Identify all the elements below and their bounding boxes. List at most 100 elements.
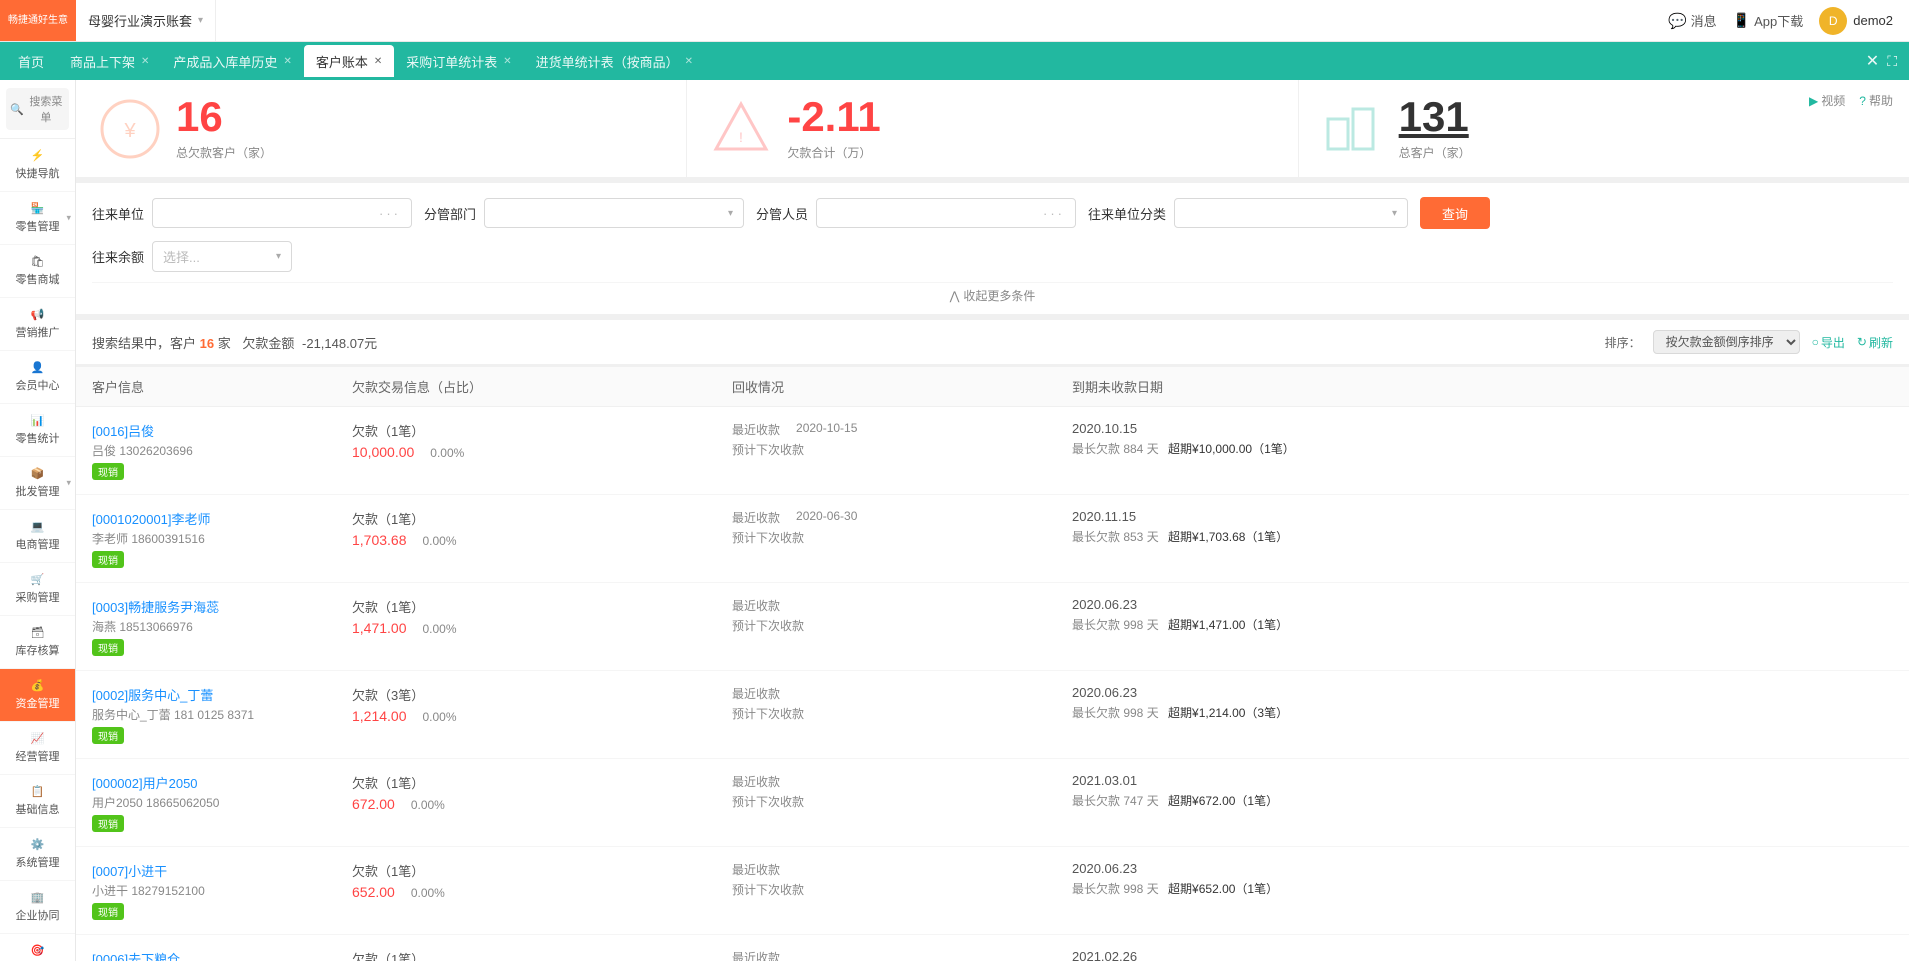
- collapse-btn[interactable]: ⋀ 收起更多条件: [950, 287, 1036, 304]
- tab-products-off-close[interactable]: ✕: [141, 56, 149, 67]
- tab-production-history-close[interactable]: ✕: [283, 56, 291, 67]
- customer-name-link-2[interactable]: [0003]畅捷服务尹海蕊: [92, 597, 352, 616]
- tab-home[interactable]: 首页: [4, 45, 58, 77]
- debt-amount-1[interactable]: 1,703.68: [352, 532, 407, 548]
- company-selector[interactable]: 母婴行业演示账套 ▾: [76, 0, 216, 41]
- video-icon: ▶: [1809, 94, 1818, 108]
- customer-name-link-4[interactable]: [000002]用户2050: [92, 773, 352, 792]
- table-header: 客户信息 欠款交易信息（占比） 回收情况 到期未收款日期: [76, 367, 1909, 407]
- tab-products-off[interactable]: 商品上下架 ✕: [58, 45, 161, 77]
- customer-name-link-1[interactable]: [0001020001]李老师: [92, 509, 352, 528]
- overdue-amount-link-1[interactable]: 超期¥1,703.68（1笔）: [1168, 530, 1288, 544]
- sidebar-item-capital-mgmt[interactable]: 💰 资金管理: [0, 669, 75, 722]
- category-select[interactable]: ▾: [1174, 198, 1408, 228]
- sidebar-item-purchase-mgmt[interactable]: 🛒 采购管理: [0, 563, 75, 616]
- dept-select[interactable]: ▾: [484, 198, 744, 228]
- overdue-amount-link-4[interactable]: 超期¥672.00（1笔）: [1168, 794, 1278, 808]
- sidebar-item-label: 批发管理: [16, 483, 60, 499]
- tab-customer-account[interactable]: 客户账本 ✕: [304, 45, 394, 77]
- sidebar-item-retail-mall[interactable]: 🛍 零售商城: [0, 245, 75, 298]
- maximize-icon[interactable]: ⛶: [1887, 53, 1897, 70]
- overdue-amount-link-5[interactable]: 超期¥652.00（1笔）: [1168, 882, 1278, 896]
- customer-name-link-5[interactable]: [0007]小进干: [92, 861, 352, 880]
- help-icon: ?: [1859, 94, 1866, 108]
- overdue-info-5: 2020.06.23 最长欠款 998 天 超期¥652.00（1笔）: [1072, 861, 1893, 897]
- debt-amount-2[interactable]: 1,471.00: [352, 620, 407, 636]
- sidebar-item-newbie[interactable]: 🎯 新手引导: [0, 934, 75, 961]
- stat-icon-debt: ¥: [100, 99, 160, 159]
- sidebar-item-quick-nav[interactable]: ⚡ 快捷导航: [0, 139, 75, 192]
- customer-name-link-6[interactable]: [0006]去下粮仓: [92, 949, 352, 961]
- tab-customer-account-close[interactable]: ✕: [374, 56, 382, 67]
- sidebar-item-label: 采购管理: [16, 589, 60, 605]
- sort-select[interactable]: 按欠款金额倒序排序: [1653, 330, 1800, 354]
- results-summary: 搜索结果中，客户 16 家 欠款金额 -21,148.07元: [92, 333, 377, 352]
- close-all-tabs-icon[interactable]: ✕: [1866, 51, 1879, 71]
- video-btn[interactable]: ▶ 视频: [1809, 92, 1845, 109]
- stat-debt-amount-number: -2.11: [787, 96, 880, 138]
- video-label: 视频: [1821, 92, 1845, 109]
- debt-amount-0[interactable]: 10,000.00: [352, 444, 414, 460]
- debt-amount-4[interactable]: 672.00: [352, 796, 395, 812]
- tab-import-stats-close[interactable]: ✕: [685, 56, 693, 67]
- search-button[interactable]: 查询: [1420, 197, 1490, 229]
- overdue-amount-link-2[interactable]: 超期¥1,471.00（1笔）: [1168, 618, 1288, 632]
- message-btn[interactable]: 💬 消息: [1668, 11, 1717, 30]
- sidebar-item-member-center[interactable]: 👤 会员中心: [0, 351, 75, 404]
- sidebar-item-basic-info[interactable]: 📋 基础信息: [0, 775, 75, 828]
- help-btn[interactable]: ? 帮助: [1859, 92, 1893, 109]
- tab-import-stats-label: 进货单统计表（按商品）: [536, 52, 679, 71]
- export-btn[interactable]: ○ 导出: [1812, 334, 1845, 351]
- category-filter: 往来单位分类 ▾: [1088, 198, 1408, 228]
- next-payment-4: 预计下次收款: [732, 793, 1072, 810]
- customer-info-3: [0002]服务中心_丁蕾 服务中心_丁蕾 181 0125 8371 现销: [92, 685, 352, 744]
- supplier-input[interactable]: ···: [152, 198, 412, 228]
- table-row: [0001020001]李老师 李老师 18600391516 现销 欠款（1笔…: [76, 495, 1909, 583]
- sidebar-item-batch-mgmt[interactable]: 📦 批发管理 ▾: [0, 457, 75, 510]
- tab-purchase-stats[interactable]: 采购订单统计表 ✕: [394, 45, 523, 77]
- sidebar-item-retail-stats[interactable]: 📊 零售统计: [0, 404, 75, 457]
- overdue-date-2: 2020.06.23: [1072, 597, 1893, 612]
- table-row: [0006]去下粮仓 陈小闹 现销 欠款（1笔） 455.90 0.00% 最近…: [76, 935, 1909, 961]
- purchase-mgmt-icon: 🛒: [31, 573, 45, 586]
- debt-info-2: 欠款（1笔） 1,471.00 0.00%: [352, 597, 732, 636]
- tab-import-stats[interactable]: 进货单统计表（按商品） ✕: [524, 45, 705, 77]
- debt-percent-3: 0.00%: [423, 710, 457, 724]
- refresh-btn[interactable]: ↻ 刷新: [1857, 334, 1893, 351]
- debt-info-6: 欠款（1笔） 455.90 0.00%: [352, 949, 732, 961]
- app-download-btn[interactable]: 📱 App下载: [1733, 11, 1804, 30]
- sidebar-item-retail-mgmt[interactable]: 🏪 零售管理 ▾: [0, 192, 75, 245]
- customer-name-link-3[interactable]: [0002]服务中心_丁蕾: [92, 685, 352, 704]
- sidebar-item-ecommerce[interactable]: 💻 电商管理: [0, 510, 75, 563]
- debt-amount-5[interactable]: 652.00: [352, 884, 395, 900]
- sidebar-item-inventory[interactable]: 🗃 库存核算: [0, 616, 75, 669]
- system-icon: ⚙️: [31, 838, 45, 851]
- overdue-amount-link-0[interactable]: 超期¥10,000.00（1笔）: [1168, 442, 1295, 456]
- col-header-debt: 欠款交易信息（占比）: [352, 377, 732, 396]
- user-avatar[interactable]: D demo2: [1819, 7, 1893, 35]
- debt-amount-3[interactable]: 1,214.00: [352, 708, 407, 724]
- customer-info-0: [0016]吕俊 吕俊 13026203696 现销: [92, 421, 352, 480]
- person-input[interactable]: ···: [816, 198, 1076, 228]
- payback-info-4: 最近收款 预计下次收款: [732, 773, 1072, 810]
- debt-count-0: 欠款（1笔）: [352, 421, 732, 440]
- tab-production-history[interactable]: 产成品入库单历史 ✕: [161, 45, 303, 77]
- sidebar-item-enterprise[interactable]: 🏢 企业协同: [0, 881, 75, 934]
- balance-select[interactable]: 选择... ▾: [152, 241, 292, 272]
- overdue-info-6: 2021.02.26 最长欠款 750 天 超期¥455.90（1笔）: [1072, 949, 1893, 961]
- customer-name-link-0[interactable]: [0016]吕俊: [92, 421, 352, 440]
- payback-info-0: 最近收款 2020-10-15 预计下次收款: [732, 421, 1072, 458]
- sidebar-item-marketing[interactable]: 📢 营销推广: [0, 298, 75, 351]
- table-row: [0016]吕俊 吕俊 13026203696 现销 欠款（1笔） 10,000…: [76, 407, 1909, 495]
- overdue-amount-link-3[interactable]: 超期¥1,214.00（3笔）: [1168, 706, 1288, 720]
- sidebar-item-biz-mgmt[interactable]: 📈 经营管理: [0, 722, 75, 775]
- customer-info-4: [000002]用户2050 用户2050 18665062050 现销: [92, 773, 352, 832]
- results-count: 16: [200, 336, 214, 351]
- payback-info-2: 最近收款 预计下次收款: [732, 597, 1072, 634]
- customer-info-2: [0003]畅捷服务尹海蕊 海燕 18513066976 现销: [92, 597, 352, 656]
- sidebar-search-btn[interactable]: 🔍 搜索菜单: [6, 88, 69, 130]
- overdue-info-0: 2020.10.15 最长欠款 884 天 超期¥10,000.00（1笔）: [1072, 421, 1893, 457]
- sidebar-item-system[interactable]: ⚙️ 系统管理: [0, 828, 75, 881]
- balance-filter: 往来余额 选择... ▾: [92, 241, 292, 272]
- tab-purchase-stats-close[interactable]: ✕: [503, 56, 511, 67]
